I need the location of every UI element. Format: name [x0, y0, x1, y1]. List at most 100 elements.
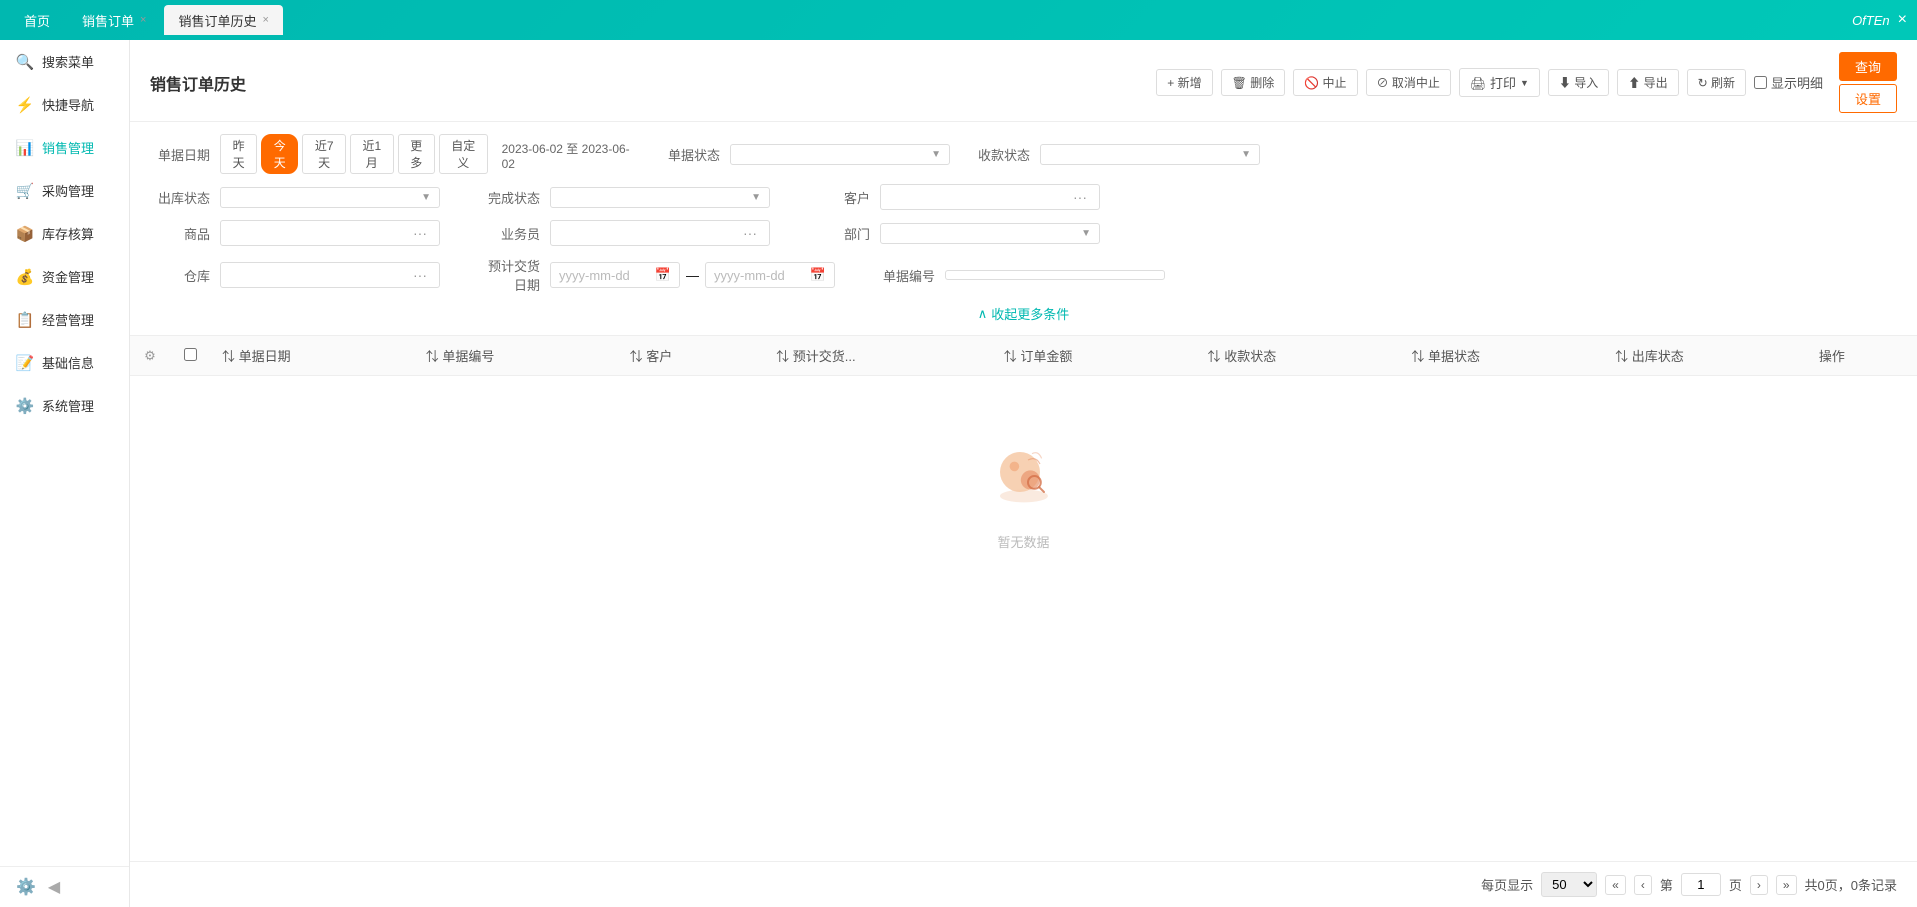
delivery-to-control[interactable]: yyyy-mm-dd 📅 — [705, 262, 835, 288]
warehouse-control[interactable]: ··· — [220, 262, 440, 288]
sidebar-item-search-menu-label: 搜索菜单 — [42, 52, 94, 71]
th-bill-date: ⇅ 单据日期 — [210, 336, 414, 376]
salesperson-control[interactable]: ··· — [550, 220, 770, 246]
sales-mgmt-icon: 📊 — [16, 139, 34, 157]
bill-status-select[interactable]: ▼ — [730, 144, 950, 165]
salesperson-label: 业务员 — [480, 224, 550, 243]
th-expected-delivery-label: 预计交货... — [793, 349, 856, 364]
last-page-button[interactable]: » — [1776, 875, 1797, 895]
filter-area: 单据日期 昨天 今天 近7天 近1月 更多 自定义 2023-06-02 至 2… — [130, 122, 1917, 336]
prev-page-button[interactable]: ‹ — [1634, 875, 1652, 895]
th-receipt-status-icon[interactable]: ⇅ — [1208, 349, 1221, 364]
sidebar-item-stock-calc-label: 库存核算 — [42, 224, 94, 243]
date-btn-7days[interactable]: 近7天 — [302, 134, 346, 174]
product-control[interactable]: ··· — [220, 220, 440, 246]
tab-home[interactable]: 首页 — [10, 5, 64, 35]
sidebar-bottom: ⚙️ ◀ — [0, 866, 129, 907]
sidebar-item-basic-info[interactable]: 📝 基础信息 — [0, 341, 129, 384]
customer-control[interactable]: ··· — [880, 184, 1100, 210]
sidebar-item-sys-mgmt[interactable]: ⚙️ 系统管理 — [0, 384, 129, 427]
calendar-from-icon[interactable]: 📅 — [655, 267, 671, 283]
delete-button[interactable]: 🗑 删除 — [1221, 69, 1286, 96]
th-order-amount: ⇅ 订单金额 — [992, 336, 1196, 376]
date-btn-today[interactable]: 今天 — [261, 134, 298, 174]
sidebar-item-fund-mgmt[interactable]: 💰 资金管理 — [0, 255, 129, 298]
th-customer-icon[interactable]: ⇅ — [630, 349, 643, 364]
toolbar: + 新增 🗑 删除 🚫 中止 ⊘ 取消中止 🖨 打印 ▼ ⬇ 导入 ⬆ 导出 ↻… — [1156, 52, 1897, 113]
top-close-icon[interactable]: × — [1898, 11, 1907, 29]
top-bar: 首页 销售订单 × 销售订单历史 × OfTEn × — [0, 0, 1917, 40]
sidebar-item-sys-mgmt-label: 系统管理 — [42, 396, 94, 415]
department-select[interactable]: ▼ — [880, 223, 1100, 244]
receipt-status-label: 收款状态 — [970, 145, 1040, 164]
th-bill-no-icon[interactable]: ⇅ — [426, 349, 439, 364]
th-bill-date-icon[interactable]: ⇅ — [222, 349, 235, 364]
date-btn-yesterday[interactable]: 昨天 — [220, 134, 257, 174]
th-operation: 操作 — [1807, 336, 1917, 376]
settings-button[interactable]: 设置 — [1839, 84, 1897, 113]
collapse-row[interactable]: ∧ 收起更多条件 — [150, 304, 1897, 323]
tab-sales-order-history-close[interactable]: × — [262, 14, 268, 26]
tab-sales-order[interactable]: 销售订单 × — [68, 5, 160, 35]
stop-button[interactable]: 🚫 中止 — [1293, 69, 1357, 96]
product-dots-icon[interactable]: ··· — [409, 225, 431, 241]
date-btn-custom[interactable]: 自定义 — [439, 134, 488, 174]
sidebar-item-sales-mgmt-label: 销售管理 — [42, 138, 94, 157]
warehouse-dots-icon[interactable]: ··· — [409, 267, 431, 283]
th-bill-status-icon[interactable]: ⇅ — [1411, 349, 1424, 364]
search-menu-icon: 🔍 — [16, 53, 34, 71]
sidebar-settings-icon[interactable]: ⚙️ — [16, 877, 36, 897]
th-out-status-icon[interactable]: ⇅ — [1615, 349, 1628, 364]
th-customer-label: 客户 — [646, 349, 672, 364]
page-size-select[interactable]: 50 20 100 — [1541, 872, 1597, 897]
sidebar-item-quick-nav-label: 快捷导航 — [42, 95, 94, 114]
export-button[interactable]: ⬆ 导出 — [1617, 69, 1678, 96]
th-bill-status: ⇅ 单据状态 — [1399, 336, 1603, 376]
calendar-to-icon[interactable]: 📅 — [810, 267, 826, 283]
sidebar-item-purchase-mgmt[interactable]: 🛒 采购管理 — [0, 169, 129, 212]
customer-dots-icon[interactable]: ··· — [1069, 189, 1091, 205]
tab-sales-order-close[interactable]: × — [140, 14, 146, 26]
complete-status-select[interactable]: ▼ — [550, 187, 770, 208]
query-button[interactable]: 查询 — [1839, 52, 1897, 81]
sidebar-item-search-menu[interactable]: 🔍 搜索菜单 — [0, 40, 129, 83]
next-page-button[interactable]: › — [1750, 875, 1768, 895]
table-settings-icon[interactable]: ⚙ — [144, 348, 156, 363]
th-expected-delivery: ⇅ 预计交货... — [764, 336, 992, 376]
salesperson-dots-icon[interactable]: ··· — [739, 225, 761, 241]
print-arrow-icon: ▼ — [1520, 78, 1529, 88]
delivery-from-control[interactable]: yyyy-mm-dd 📅 — [550, 262, 680, 288]
top-tabs: 首页 销售订单 × 销售订单历史 × — [10, 5, 283, 35]
sidebar-item-quick-nav[interactable]: ⚡ 快捷导航 — [0, 83, 129, 126]
select-all-checkbox[interactable] — [184, 348, 197, 361]
first-page-button[interactable]: « — [1605, 875, 1626, 895]
page-title: 销售订单历史 — [150, 71, 246, 95]
collapse-label: 收起更多条件 — [991, 304, 1069, 323]
sidebar-collapse-icon[interactable]: ◀ — [48, 877, 60, 897]
bill-no-control[interactable] — [945, 270, 1165, 280]
th-expected-delivery-icon[interactable]: ⇅ — [776, 349, 789, 364]
main-layout: 🔍 搜索菜单 ⚡ 快捷导航 📊 销售管理 🛒 采购管理 📦 库存核算 💰 资金管… — [0, 40, 1917, 907]
th-order-amount-icon[interactable]: ⇅ — [1004, 349, 1017, 364]
page-size-label: 每页显示 — [1481, 875, 1533, 894]
date-btn-more[interactable]: 更多 — [398, 134, 435, 174]
refresh-button[interactable]: ↻ 刷新 — [1687, 69, 1746, 96]
sidebar-item-stock-calc[interactable]: 📦 库存核算 — [0, 212, 129, 255]
date-btn-1month[interactable]: 近1月 — [350, 134, 394, 174]
product-label: 商品 — [150, 224, 220, 243]
sidebar-item-sales-mgmt[interactable]: 📊 销售管理 — [0, 126, 129, 169]
th-checkbox — [170, 336, 210, 376]
jump-suffix: 页 — [1729, 875, 1742, 894]
show-detail-checkbox[interactable] — [1754, 76, 1767, 89]
cancel-stop-button[interactable]: ⊘ 取消中止 — [1366, 69, 1451, 96]
new-button[interactable]: + 新增 — [1156, 69, 1212, 96]
print-button[interactable]: 🖨 打印 ▼ — [1459, 68, 1540, 97]
import-button[interactable]: ⬇ 导入 — [1548, 69, 1609, 96]
th-bill-no-label: 单据编号 — [442, 349, 494, 364]
tab-sales-order-history-label: 销售订单历史 — [178, 11, 256, 30]
sidebar-item-ops-mgmt[interactable]: 📋 经营管理 — [0, 298, 129, 341]
tab-sales-order-history[interactable]: 销售订单历史 × — [164, 5, 282, 35]
out-status-select[interactable]: ▼ — [220, 187, 440, 208]
page-number-input[interactable] — [1681, 873, 1721, 896]
receipt-status-select[interactable]: ▼ — [1040, 144, 1260, 165]
